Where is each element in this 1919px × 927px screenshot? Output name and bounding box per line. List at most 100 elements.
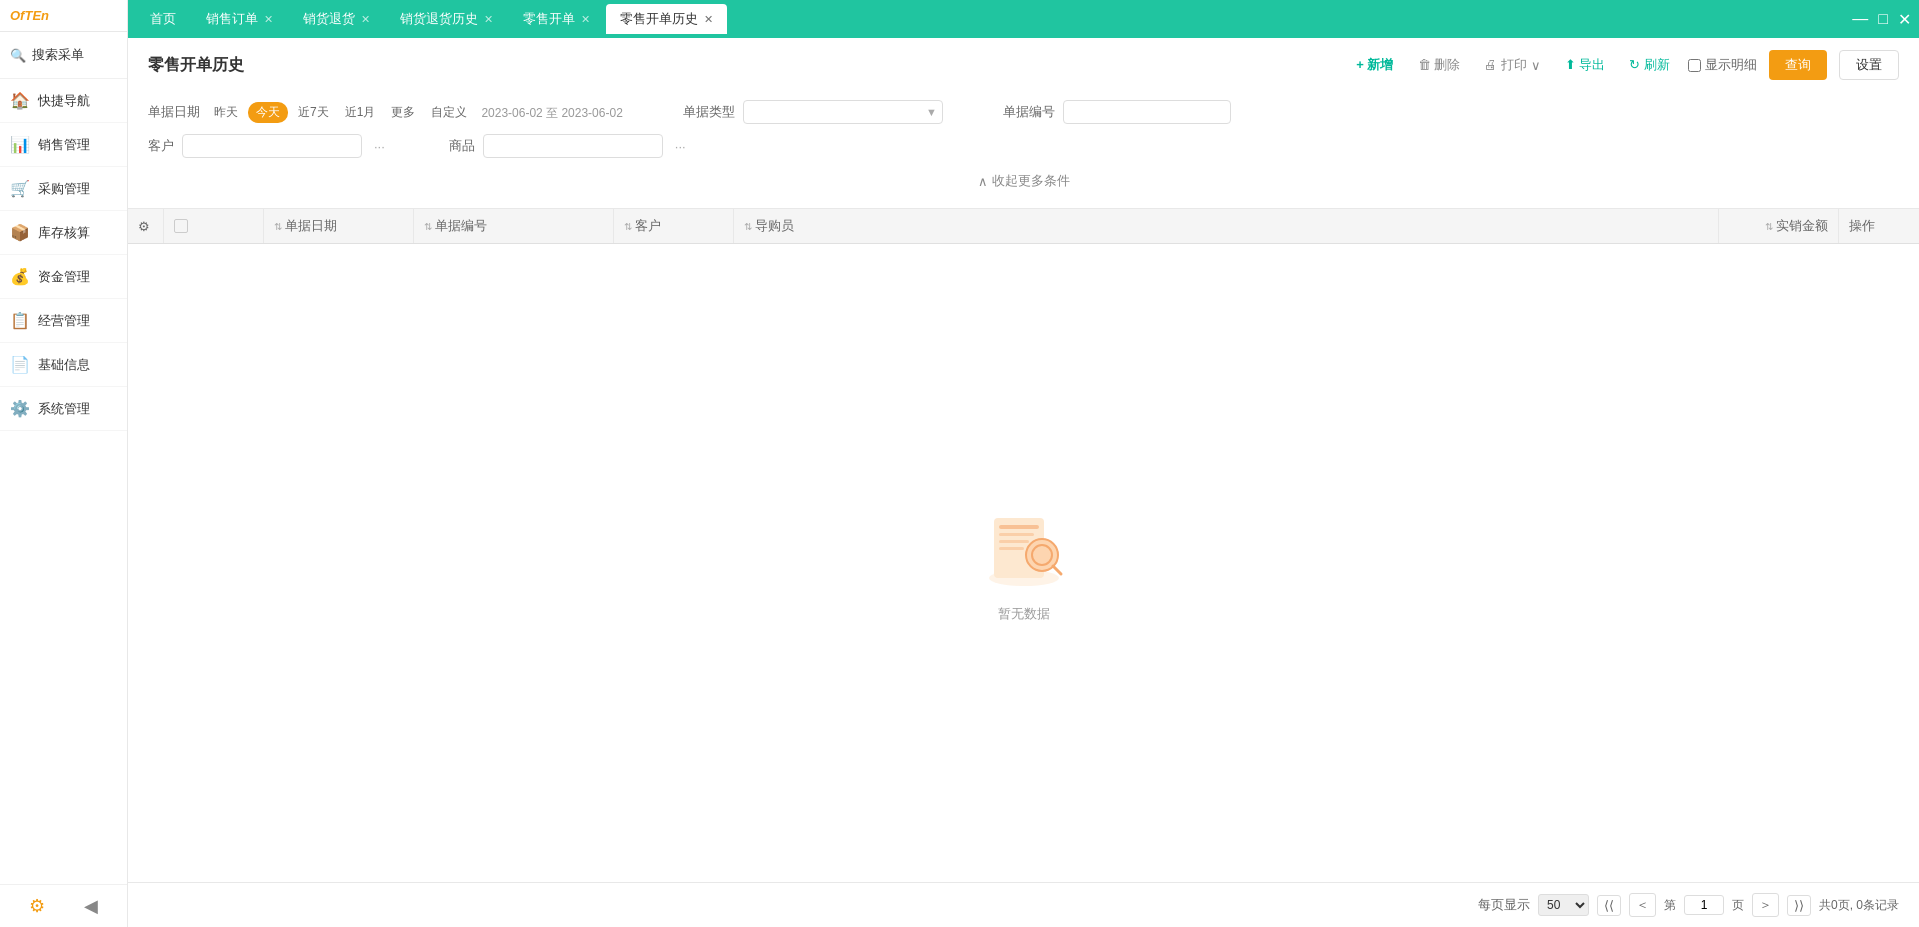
sidebar-item-purchase[interactable]: 🛒 采购管理 [0,167,127,211]
minimize-btn[interactable]: — [1852,10,1868,28]
tab-close-icon[interactable]: ✕ [264,13,273,26]
next-page-btn[interactable]: ＞ [1752,893,1779,917]
th-sort-icon[interactable]: ⇅ [1765,221,1773,232]
svg-rect-5 [999,547,1024,550]
svg-line-8 [1053,566,1061,574]
th-sort-icon[interactable]: ⇅ [624,221,632,232]
date-btn-last7[interactable]: 近7天 [292,102,335,123]
th-settings[interactable]: ⚙ [128,209,164,243]
tab-close-icon[interactable]: ✕ [361,13,370,26]
page-size-select[interactable]: 50 20 100 [1538,894,1589,916]
date-btn-last1month[interactable]: 近1月 [339,102,382,123]
last-page-btn[interactable]: ⟩⟩ [1787,895,1811,916]
th-checkbox[interactable] [164,209,264,243]
box-icon: 📦 [10,223,30,242]
th-customer-label: 客户 [635,217,661,235]
gear-icon: ⚙️ [10,399,30,418]
setting-button[interactable]: 设置 [1839,50,1899,80]
print-arrow-icon: ∨ [1531,58,1541,73]
pagination: 每页显示 50 20 100 ⟨⟨ ＜ 第 页 ＞ ⟩⟩ 共0页, 0条记录 [128,882,1919,927]
date-btn-today[interactable]: 今天 [248,102,288,123]
filter-area: 单据日期 昨天 今天 近7天 近1月 更多 自定义 2023-06-02 至 2… [148,90,1899,208]
goods-label: 商品 [449,137,475,155]
tab-retailopen[interactable]: 零售开单 ✕ [509,4,604,34]
print-button[interactable]: 🖨 打印 ∨ [1478,52,1547,78]
customer-more-icon[interactable]: ··· [370,139,389,154]
th-amount[interactable]: ⇅ 实销金额 [1719,209,1839,243]
tab-retailopenhistory[interactable]: 零售开单历史 ✕ [606,4,727,34]
refresh-button[interactable]: ↻ 刷新 [1623,52,1676,78]
doctype-select-wrapper: ▼ [743,100,943,124]
goods-more-icon[interactable]: ··· [671,139,690,154]
clipboard-icon: 📋 [10,311,30,330]
filter-date-group: 单据日期 昨天 今天 近7天 近1月 更多 自定义 2023-06-02 至 2… [148,102,623,123]
sidebar-item-finance[interactable]: 💰 资金管理 [0,255,127,299]
date-btn-more[interactable]: 更多 [385,102,421,123]
th-sort-icon[interactable]: ⇅ [274,221,282,232]
goods-input[interactable] [483,134,663,158]
filter-row-1: 单据日期 昨天 今天 近7天 近1月 更多 自定义 2023-06-02 至 2… [148,100,1899,124]
header-checkbox[interactable] [174,219,188,233]
doc-icon: 📄 [10,355,30,374]
collapse-filter-btn[interactable]: ∧ 收起更多条件 [148,168,1899,198]
page-input[interactable] [1684,895,1724,915]
customer-label: 客户 [148,137,174,155]
search-label: 搜索采单 [32,46,84,64]
settings-icon[interactable]: ⚙ [138,219,150,234]
th-sort-icon[interactable]: ⇅ [424,221,432,232]
th-guide[interactable]: ⇅ 导购员 [734,209,1719,243]
sidebar-item-inventory[interactable]: 📦 库存核算 [0,211,127,255]
tab-salesreturn[interactable]: 销货退货 ✕ [289,4,384,34]
tab-salesreturnhistory[interactable]: 销货退货历史 ✕ [386,4,507,34]
query-button[interactable]: 查询 [1769,50,1827,80]
th-number-label: 单据编号 [435,217,487,235]
sidebar-item-operations[interactable]: 📋 经营管理 [0,299,127,343]
first-page-btn[interactable]: ⟨⟨ [1597,895,1621,916]
delete-button[interactable]: 🗑 删除 [1412,52,1467,78]
th-date[interactable]: ⇅ 单据日期 [264,209,414,243]
docnumber-input[interactable] [1063,100,1231,124]
th-customer[interactable]: ⇅ 客户 [614,209,734,243]
docnumber-label: 单据编号 [1003,103,1055,121]
svg-rect-4 [999,540,1029,543]
sidebar-item-basicinfo[interactable]: 📄 基础信息 [0,343,127,387]
sidebar-item-system[interactable]: ⚙️ 系统管理 [0,387,127,431]
sidebar-item-sales[interactable]: 📊 销售管理 [0,123,127,167]
tab-close-icon[interactable]: ✕ [484,13,493,26]
filter-customer-group: 客户 ··· [148,134,389,158]
add-button[interactable]: + 新增 [1350,52,1399,78]
display-toggle-label: 显示明细 [1705,56,1757,74]
sidebar-search[interactable]: 🔍 搜索采单 [0,32,127,79]
chevron-up-icon: ∧ [978,174,988,189]
tab-label: 销货退货历史 [400,10,478,28]
collapse-sidebar-btn[interactable]: ◀ [84,895,98,917]
total-info: 共0页, 0条记录 [1819,897,1899,914]
tab-label: 销售订单 [206,10,258,28]
doctype-select[interactable] [743,100,943,124]
brand-logo: OfTEn [10,8,49,23]
tab-home[interactable]: 首页 [136,4,190,34]
date-btn-custom[interactable]: 自定义 [425,102,473,123]
settings-bottom-icon[interactable]: ⚙ [29,895,45,917]
customer-input[interactable] [182,134,362,158]
chart-icon: 📊 [10,135,30,154]
table-wrapper: ⚙ ⇅ 单据日期 ⇅ 单据编号 ⇅ 客户 ⇅ 导购员 ⇅ [128,209,1919,927]
display-toggle-checkbox[interactable] [1688,59,1701,72]
th-number[interactable]: ⇅ 单据编号 [414,209,614,243]
tab-close-icon[interactable]: ✕ [704,13,713,26]
date-btn-yesterday[interactable]: 昨天 [208,102,244,123]
date-range-text: 2023-06-02 至 2023-06-02 [481,105,622,122]
prev-page-btn[interactable]: ＜ [1629,893,1656,917]
display-toggle[interactable]: 显示明细 [1688,56,1757,74]
th-sort-icon[interactable]: ⇅ [744,221,752,232]
tab-close-icon[interactable]: ✕ [581,13,590,26]
close-btn[interactable]: ✕ [1898,10,1911,29]
main-content: 首页 销售订单 ✕ 销货退货 ✕ 销货退货历史 ✕ 零售开单 ✕ 零售开单历史 … [128,0,1919,927]
filter-row-2: 客户 ··· 商品 ··· [148,134,1899,158]
maximize-btn[interactable]: □ [1878,10,1888,28]
empty-text: 暂无数据 [998,605,1050,623]
sidebar-item-label: 销售管理 [38,136,90,154]
tab-salesorder[interactable]: 销售订单 ✕ [192,4,287,34]
sidebar-item-quicknav[interactable]: 🏠 快捷导航 [0,79,127,123]
export-button[interactable]: ⬆ 导出 [1559,52,1612,78]
